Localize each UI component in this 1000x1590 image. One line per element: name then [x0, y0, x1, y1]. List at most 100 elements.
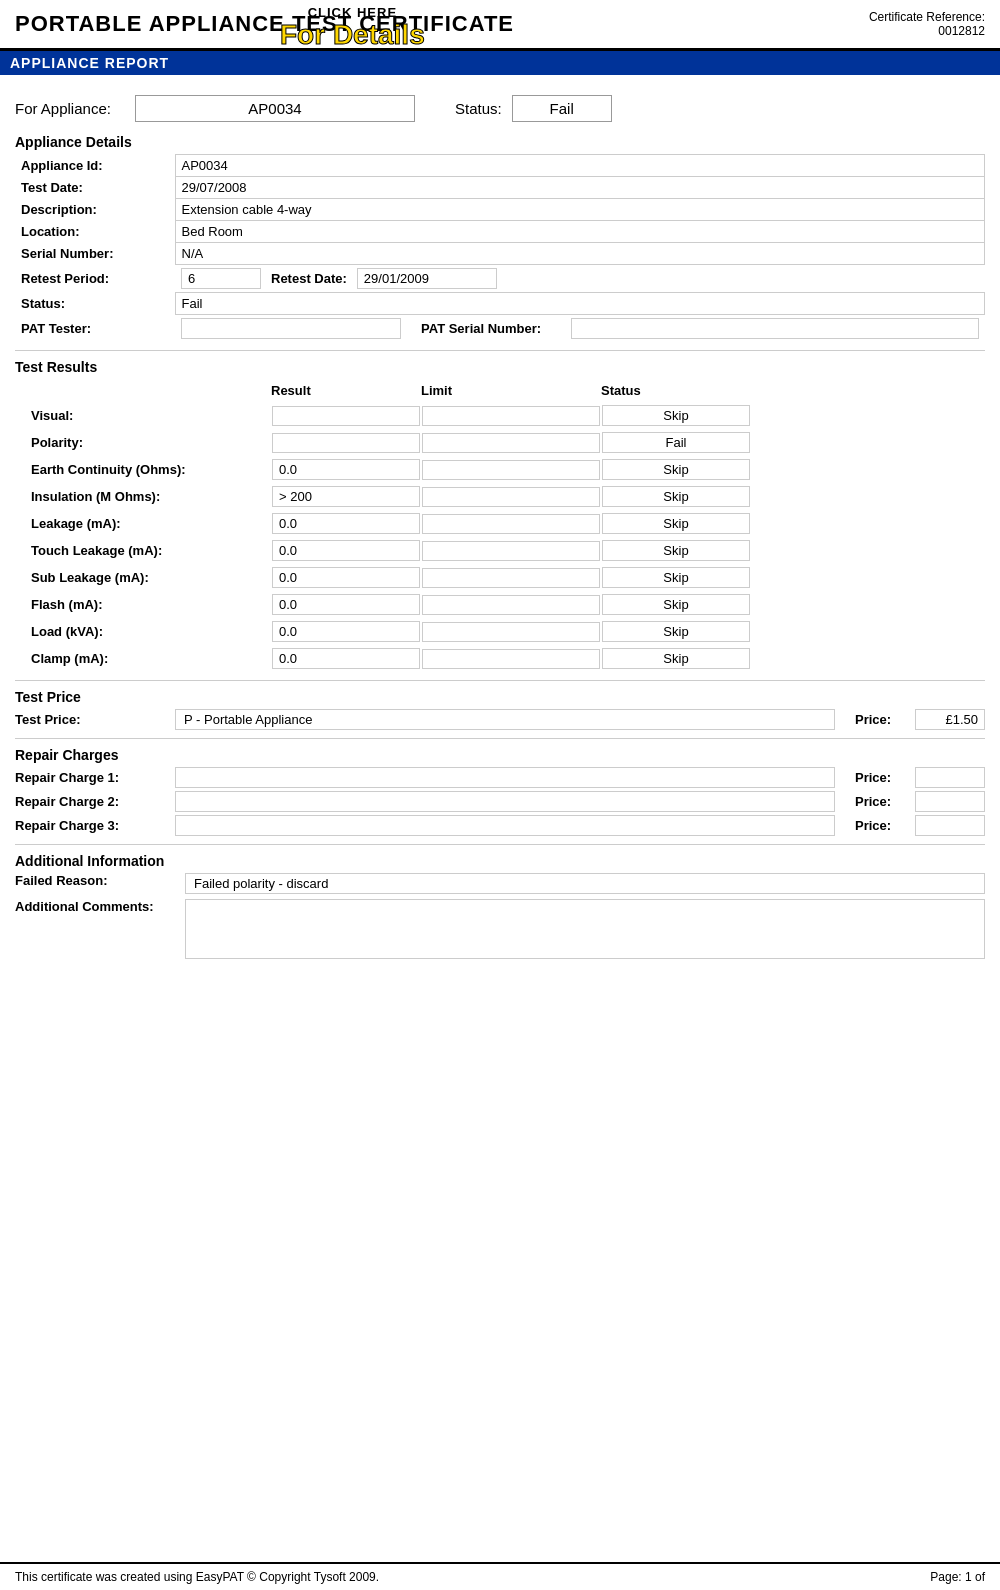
click-here-bottom-text: For Details [280, 20, 425, 51]
test-row-touch-leakage: Touch Leakage (mA): 0.0 Skip [15, 537, 985, 564]
test-status-leakage: Skip [602, 513, 750, 534]
test-price-row: Test Price: P - Portable Appliance Price… [15, 709, 985, 730]
repair-charge-3-label: Repair Charge 3: [15, 818, 165, 833]
repair-charge-1-desc [175, 767, 835, 788]
test-limit-earth-continuity [422, 460, 600, 480]
field-label-status: Status: [15, 293, 175, 315]
test-limit-visual [422, 406, 600, 426]
appliance-details-table: Appliance Id: AP0034 Test Date: 29/07/20… [15, 154, 985, 342]
banner-text: APPLIANCE REPORT [10, 55, 169, 71]
test-label-visual: Visual: [21, 408, 271, 423]
test-result-clamp: 0.0 [272, 648, 420, 669]
test-result-visual [272, 406, 420, 426]
test-result-touch-leakage: 0.0 [272, 540, 420, 561]
main-content: For Appliance: AP0034 Status: Fail Appli… [0, 75, 1000, 974]
test-status-clamp: Skip [602, 648, 750, 669]
test-label-flash: Flash (mA): [21, 597, 271, 612]
test-result-earth-continuity: 0.0 [272, 459, 420, 480]
pat-serial-box [571, 318, 979, 339]
test-price-value: £1.50 [915, 709, 985, 730]
appliance-id-box: AP0034 [135, 95, 415, 122]
repair-charge-2-desc [175, 791, 835, 812]
test-row-load: Load (kVA): 0.0 Skip [15, 618, 985, 645]
footer-page: Page: 1 of [930, 1570, 985, 1584]
table-row: Status: Fail [15, 293, 985, 315]
page-footer: This certificate was created using EasyP… [0, 1562, 1000, 1590]
for-appliance-label: For Appliance: [15, 100, 125, 117]
additional-comments-label: Additional Comments: [15, 899, 175, 914]
table-row: Serial Number: N/A [15, 243, 985, 265]
col-header-test [21, 383, 271, 398]
test-status-touch-leakage: Skip [602, 540, 750, 561]
test-result-load: 0.0 [272, 621, 420, 642]
field-value-status: Fail [175, 293, 985, 315]
divider-3 [15, 738, 985, 739]
field-label-pat-tester: PAT Tester: [15, 315, 175, 343]
test-label-load: Load (kVA): [21, 624, 271, 639]
cert-ref-number: 0012812 [825, 24, 985, 38]
field-value-pat-tester: PAT Serial Number: [175, 315, 985, 343]
field-value-description: Extension cable 4-way [175, 199, 985, 221]
repair-charge-1-row: Repair Charge 1: Price: [15, 767, 985, 788]
test-limit-touch-leakage [422, 541, 600, 561]
test-status-earth-continuity: Skip [602, 459, 750, 480]
table-row: Test Date: 29/07/2008 [15, 177, 985, 199]
col-header-limit: Limit [421, 383, 601, 398]
repair-charge-2-price-label: Price: [855, 794, 905, 809]
page-header: PORTABLE APPLIANCE TEST CERTIFICATE CLIC… [0, 0, 1000, 51]
repair-charge-3-price-label: Price: [855, 818, 905, 833]
test-row-sub-leakage: Sub Leakage (mA): 0.0 Skip [15, 564, 985, 591]
repair-charge-3-desc [175, 815, 835, 836]
test-row-polarity: Polarity: Fail [15, 429, 985, 456]
retest-date-label: Retest Date: [271, 271, 347, 286]
field-value-serial-number: N/A [175, 243, 985, 265]
test-price-description: P - Portable Appliance [175, 709, 835, 730]
certificate-reference: Certificate Reference: 0012812 [825, 10, 985, 38]
click-here-overlay[interactable]: CLICK HERE For Details [280, 5, 425, 51]
test-results-header: Result Limit Status [15, 379, 985, 402]
retest-date-box: 29/01/2009 [357, 268, 497, 289]
test-limit-polarity [422, 433, 600, 453]
test-limit-flash [422, 595, 600, 615]
test-result-flash: 0.0 [272, 594, 420, 615]
test-label-leakage: Leakage (mA): [21, 516, 271, 531]
field-label-appliance-id: Appliance Id: [15, 155, 175, 177]
field-label-description: Description: [15, 199, 175, 221]
test-label-sub-leakage: Sub Leakage (mA): [21, 570, 271, 585]
test-status-flash: Skip [602, 594, 750, 615]
col-header-status: Status [601, 383, 751, 398]
table-row: Retest Period: 6 Retest Date: 29/01/2009 [15, 265, 985, 293]
divider-1 [15, 350, 985, 351]
status-value-box: Fail [512, 95, 612, 122]
test-status-polarity: Fail [602, 432, 750, 453]
retest-period-box: 6 [181, 268, 261, 289]
repair-charge-2-label: Repair Charge 2: [15, 794, 165, 809]
repair-charge-3-row: Repair Charge 3: Price: [15, 815, 985, 836]
failed-reason-label: Failed Reason: [15, 873, 175, 888]
table-row: PAT Tester: PAT Serial Number: [15, 315, 985, 343]
test-row-insulation: Insulation (M Ohms): > 200 Skip [15, 483, 985, 510]
test-row-leakage: Leakage (mA): 0.0 Skip [15, 510, 985, 537]
field-value-test-date: 29/07/2008 [175, 177, 985, 199]
test-row-visual: Visual: Skip [15, 402, 985, 429]
repair-charge-2-row: Repair Charge 2: Price: [15, 791, 985, 812]
col-header-result: Result [271, 383, 421, 398]
test-status-insulation: Skip [602, 486, 750, 507]
pat-tester-box [181, 318, 401, 339]
cert-ref-label: Certificate Reference: [825, 10, 985, 24]
divider-4 [15, 844, 985, 845]
title-text: PORTABLE APPLIANCE TEST CERTIFICATE [15, 11, 514, 36]
failed-reason-row: Failed Reason: Failed polarity - discard [15, 873, 985, 894]
status-label: Status: [455, 100, 502, 117]
table-row: Description: Extension cable 4-way [15, 199, 985, 221]
field-value-location: Bed Room [175, 221, 985, 243]
test-label-earth-continuity: Earth Continuity (Ohms): [21, 462, 271, 477]
additional-comments-value [185, 899, 985, 959]
test-limit-sub-leakage [422, 568, 600, 588]
test-result-polarity [272, 433, 420, 453]
test-limit-load [422, 622, 600, 642]
repair-charge-1-label: Repair Charge 1: [15, 770, 165, 785]
additional-info-title: Additional Information [15, 853, 985, 869]
test-result-leakage: 0.0 [272, 513, 420, 534]
test-status-load: Skip [602, 621, 750, 642]
